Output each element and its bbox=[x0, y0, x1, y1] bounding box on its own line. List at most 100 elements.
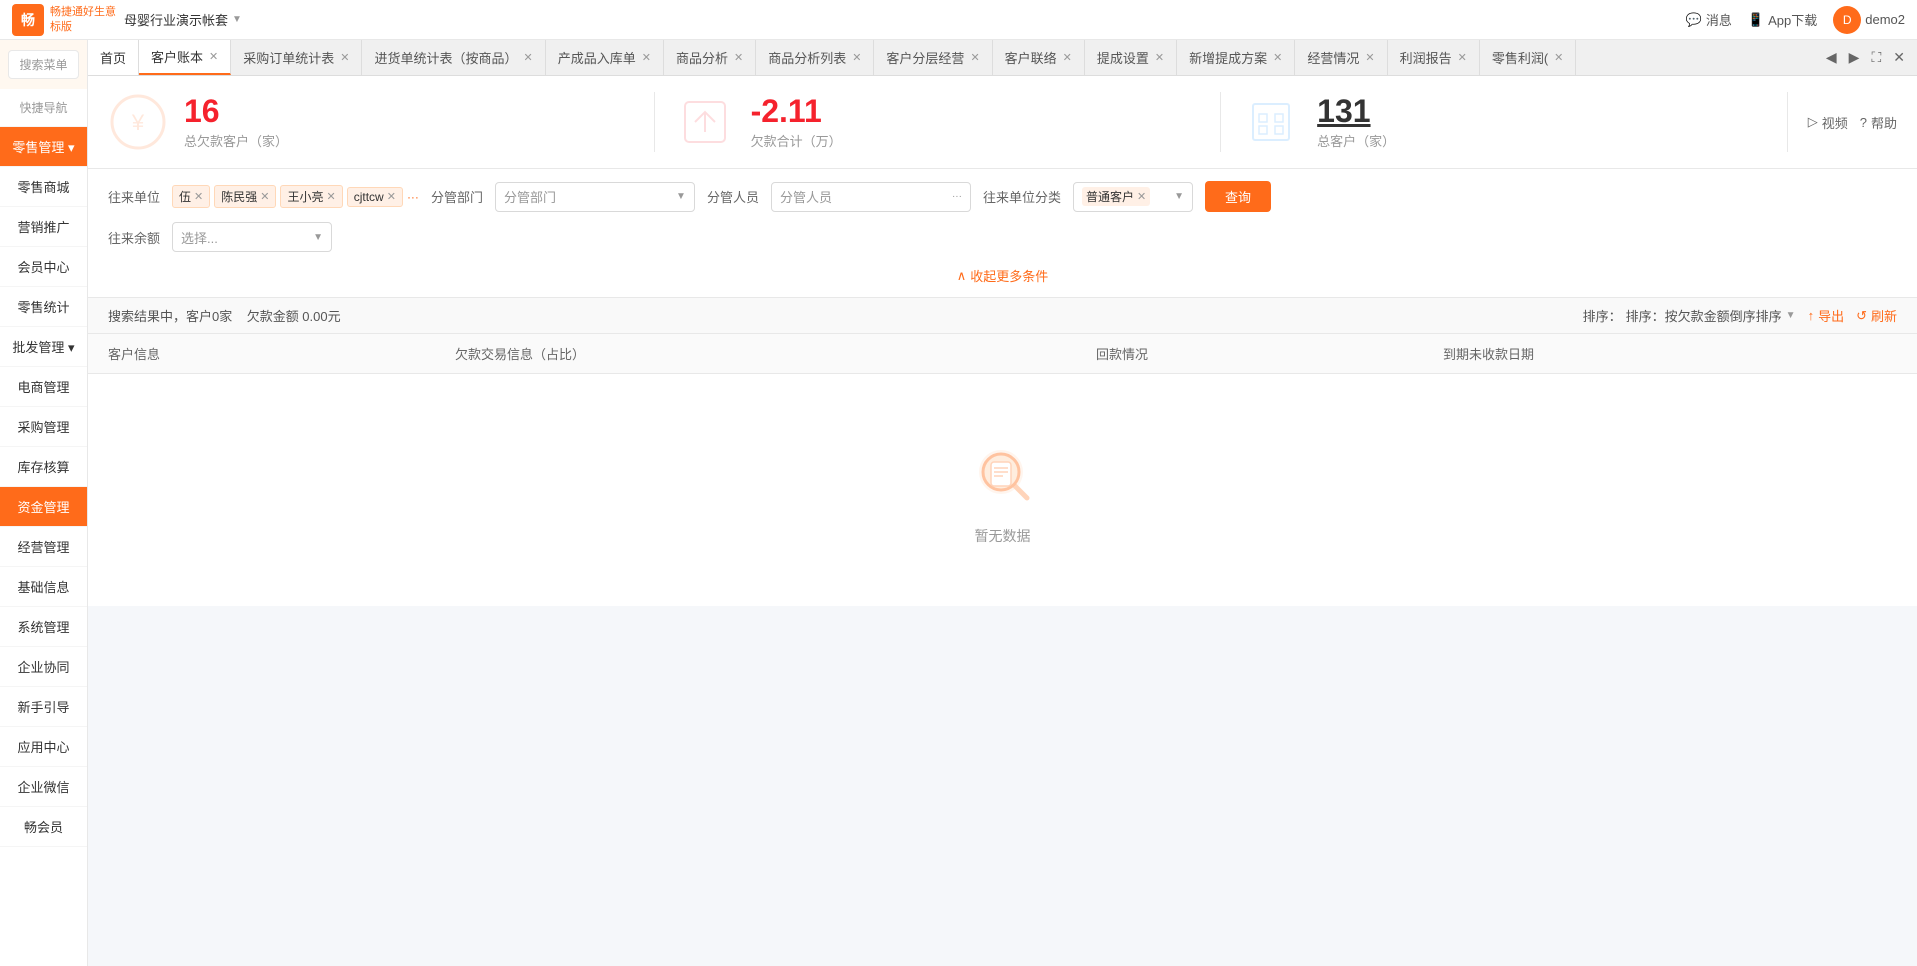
sidebar-item-enterprise-wechat[interactable]: 企业微信 bbox=[0, 767, 87, 807]
collapse-btn[interactable]: ∧ 收起更多条件 bbox=[957, 266, 1049, 285]
unit-class-select[interactable]: 普通客户 ✕ ▼ bbox=[1073, 182, 1193, 212]
tab-close-icon[interactable]: ✕ bbox=[340, 51, 349, 64]
svg-text:¥: ¥ bbox=[131, 110, 145, 135]
sidebar: 搜索菜单 快捷导航 零售管理 ▾ 零售商城 营销推广 会员中心 零售统计 批发管… bbox=[0, 40, 88, 966]
customers-icon: ¥ bbox=[108, 92, 168, 152]
company-select[interactable]: 母婴行业演示帐套 ▼ bbox=[124, 10, 242, 29]
tag-close-cjttcw[interactable]: ✕ bbox=[387, 190, 396, 203]
unit-tag-group: 伍 ✕ 陈民强 ✕ 王小亮 ✕ cjttcw ✕ ··· bbox=[172, 185, 419, 208]
result-bar: 搜索结果中，客户0家 欠款金额 0.00元 排序： 排序：按欠款金额倒序排序 ▼… bbox=[88, 298, 1917, 334]
sidebar-item-vip-member[interactable]: 畅会员 bbox=[0, 807, 87, 847]
tab-bar-actions: ◀ ▶ ⛶ ✕ bbox=[1814, 40, 1917, 75]
sidebar-item-new-guide[interactable]: 新手引导 bbox=[0, 687, 87, 727]
refresh-btn[interactable]: ↺ 刷新 bbox=[1856, 306, 1897, 325]
sidebar-item-inventory[interactable]: 库存核算 bbox=[0, 447, 87, 487]
stat-info-debt: -2.11 欠款合计（万） bbox=[751, 95, 842, 150]
logo-icon: 畅 bbox=[12, 4, 44, 36]
tab-purchase-order[interactable]: 采购订单统计表 ✕ bbox=[231, 40, 362, 75]
sidebar-item-ecommerce-mgmt[interactable]: 电商管理 bbox=[0, 367, 87, 407]
col-due-date: 到期未收款日期 bbox=[1423, 334, 1917, 374]
tab-close-icon[interactable]: ✕ bbox=[970, 51, 979, 64]
tab-customer-contact[interactable]: 客户联络 ✕ bbox=[993, 40, 1085, 75]
sidebar-item-member-center[interactable]: 会员中心 bbox=[0, 247, 87, 287]
message-icon: 💬 bbox=[1686, 12, 1702, 28]
tab-profit-report[interactable]: 利润报告 ✕ bbox=[1388, 40, 1480, 75]
tab-product-analysis-list[interactable]: 商品分析列表 ✕ bbox=[756, 40, 874, 75]
search-menu-btn[interactable]: 搜索菜单 bbox=[8, 50, 79, 79]
top-bar-left: 畅 畅捷通好生意 标版 母婴行业演示帐套 ▼ bbox=[12, 4, 242, 36]
table-container: 客户信息 欠款交易信息（占比） 回款情况 到期未收款日期 bbox=[88, 334, 1917, 606]
sidebar-item-basic-info[interactable]: 基础信息 bbox=[0, 567, 87, 607]
tab-close-icon[interactable]: ✕ bbox=[852, 51, 861, 64]
sidebar-item-retail-mgmt[interactable]: 零售管理 ▾ bbox=[0, 127, 87, 167]
tab-retail-profit[interactable]: 零售利润( ✕ bbox=[1480, 40, 1577, 75]
message-btn[interactable]: 💬 消息 bbox=[1686, 10, 1732, 29]
sort-select[interactable]: 排序： 排序：按欠款金额倒序排序 ▼ bbox=[1583, 306, 1796, 325]
sidebar-item-wholesale-mgmt[interactable]: 批发管理 ▾ bbox=[0, 327, 87, 367]
export-btn[interactable]: ↑ 导出 bbox=[1808, 306, 1845, 325]
sidebar-search-area: 搜索菜单 bbox=[0, 40, 87, 89]
unit-class-close[interactable]: ✕ bbox=[1137, 190, 1146, 203]
building-icon bbox=[1241, 92, 1301, 152]
sidebar-item-app-center[interactable]: 应用中心 bbox=[0, 727, 87, 767]
table-header-row: 客户信息 欠款交易信息（占比） 回款情况 到期未收款日期 bbox=[88, 334, 1917, 374]
tab-close-icon[interactable]: ✕ bbox=[734, 51, 743, 64]
tab-close-icon[interactable]: ✕ bbox=[209, 50, 218, 63]
tab-improve-settings[interactable]: 提成设置 ✕ bbox=[1085, 40, 1177, 75]
tab-close-icon[interactable]: ✕ bbox=[1365, 51, 1374, 64]
page-actions: ▷ 视频 ? 帮助 bbox=[1808, 113, 1897, 132]
empty-icon bbox=[963, 434, 1043, 514]
tab-close-icon[interactable]: ✕ bbox=[1458, 51, 1467, 64]
balance-filter-label: 往来余额 bbox=[108, 228, 160, 247]
filter-more-btn[interactable]: ··· bbox=[407, 190, 419, 204]
tab-product-instock[interactable]: 产成品入库单 ✕ bbox=[546, 40, 664, 75]
tab-close-icon[interactable]: ✕ bbox=[1155, 51, 1164, 64]
tab-close-icon[interactable]: ✕ bbox=[1554, 51, 1563, 64]
user-profile[interactable]: D demo2 bbox=[1833, 6, 1905, 34]
export-icon: ↑ bbox=[1808, 308, 1815, 323]
stat-block-debt: -2.11 欠款合计（万） bbox=[675, 92, 1222, 152]
tab-close-icon[interactable]: ✕ bbox=[524, 51, 533, 64]
top-bar-right: 💬 消息 📱 App下载 D demo2 bbox=[1686, 6, 1905, 34]
sidebar-item-quick-nav[interactable]: 快捷导航 bbox=[0, 89, 87, 127]
tab-home[interactable]: 首页 bbox=[88, 40, 139, 75]
content-area: 首页 客户账本 ✕ 采购订单统计表 ✕ 进货单统计表（按商品） ✕ 产成品入库单… bbox=[88, 40, 1917, 966]
tab-close-all-btn[interactable]: ✕ bbox=[1889, 47, 1909, 68]
tag-close-wu[interactable]: ✕ bbox=[194, 190, 203, 203]
search-button[interactable]: 查询 bbox=[1205, 181, 1271, 212]
logo-text: 畅捷通好生意 标版 bbox=[50, 5, 116, 34]
sidebar-item-business-mgmt[interactable]: 经营管理 bbox=[0, 527, 87, 567]
sidebar-item-marketing[interactable]: 营销推广 bbox=[0, 207, 87, 247]
tab-product-analysis[interactable]: 商品分析 ✕ bbox=[664, 40, 756, 75]
tab-close-icon[interactable]: ✕ bbox=[642, 51, 651, 64]
tab-close-icon[interactable]: ✕ bbox=[1063, 51, 1072, 64]
sidebar-item-system-mgmt[interactable]: 系统管理 bbox=[0, 607, 87, 647]
dept-select[interactable]: 分管部门 ▼ bbox=[495, 182, 695, 212]
app-download-btn[interactable]: 📱 App下载 bbox=[1748, 10, 1817, 29]
sidebar-item-purchase-mgmt[interactable]: 采购管理 bbox=[0, 407, 87, 447]
balance-placeholder: 选择... bbox=[181, 228, 218, 247]
filter-row-2: 往来余额 选择... ▼ bbox=[108, 222, 1897, 252]
tab-customer-segment[interactable]: 客户分层经营 ✕ bbox=[874, 40, 992, 75]
tab-customer-account[interactable]: 客户账本 ✕ bbox=[139, 40, 231, 75]
balance-chevron-icon: ▼ bbox=[313, 232, 323, 243]
video-btn[interactable]: ▷ 视频 bbox=[1808, 113, 1848, 132]
total-customers2-number: 131 bbox=[1317, 95, 1395, 127]
tab-business-info[interactable]: 经营情况 ✕ bbox=[1295, 40, 1387, 75]
sidebar-item-enterprise-collab[interactable]: 企业协同 bbox=[0, 647, 87, 687]
tab-close-icon[interactable]: ✕ bbox=[1273, 51, 1282, 64]
tab-next-btn[interactable]: ▶ bbox=[1845, 47, 1864, 68]
tab-prev-btn[interactable]: ◀ bbox=[1822, 47, 1841, 68]
sidebar-item-capital-mgmt[interactable]: 资金管理 bbox=[0, 487, 87, 527]
person-select[interactable]: 分管人员 ··· bbox=[771, 182, 971, 212]
sidebar-item-retail-mall[interactable]: 零售商城 bbox=[0, 167, 87, 207]
balance-select[interactable]: 选择... ▼ bbox=[172, 222, 332, 252]
tag-close-wang[interactable]: ✕ bbox=[327, 190, 336, 203]
help-btn[interactable]: ? 帮助 bbox=[1860, 113, 1897, 132]
stat-info-total-customers: 131 总客户（家） bbox=[1317, 95, 1395, 150]
tab-incoming-stats[interactable]: 进货单统计表（按商品） ✕ bbox=[362, 40, 545, 75]
tab-new-improve-plan[interactable]: 新增提成方案 ✕ bbox=[1177, 40, 1295, 75]
tag-close-chen[interactable]: ✕ bbox=[260, 190, 269, 203]
sidebar-item-retail-stats[interactable]: 零售统计 bbox=[0, 287, 87, 327]
tab-fullscreen-btn[interactable]: ⛶ bbox=[1867, 47, 1885, 68]
